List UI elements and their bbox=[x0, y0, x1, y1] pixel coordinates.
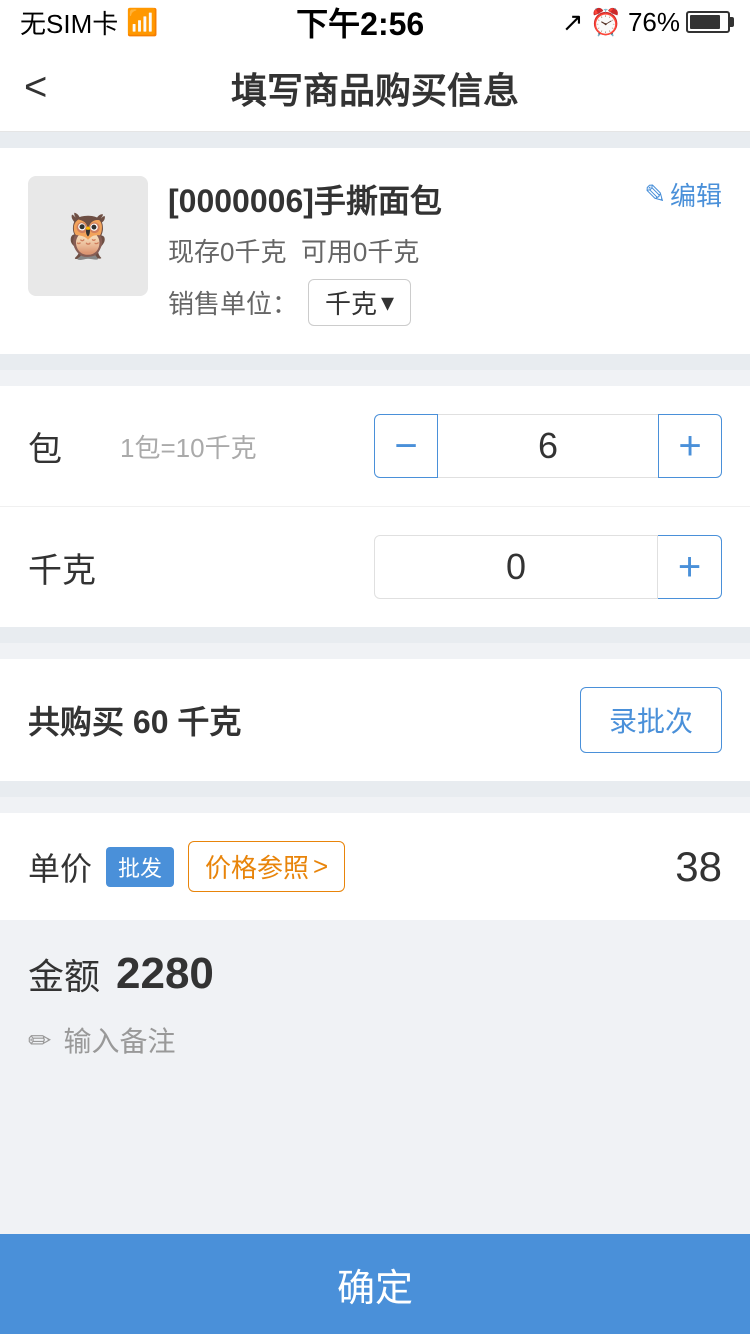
summary-text: 共购买 60 千克 bbox=[28, 697, 241, 743]
amount-value: 2280 bbox=[116, 949, 214, 999]
alarm-icon: ⏰ bbox=[590, 7, 622, 38]
wifi-icon: 📶 bbox=[126, 7, 158, 38]
edit-icon: ✎ bbox=[644, 179, 666, 210]
product-stock: 现存0千克 可用0千克 bbox=[168, 232, 722, 269]
bao-label: 包 bbox=[28, 422, 108, 471]
status-bar: 无SIM卡 📶 下午2:56 ↗ ⏰ 76% bbox=[0, 0, 750, 44]
status-left: 无SIM卡 📶 bbox=[20, 4, 159, 41]
top-divider bbox=[0, 132, 750, 148]
mid-divider-2 bbox=[0, 627, 750, 643]
product-logo: 🦉 bbox=[61, 210, 116, 262]
form-section: 包 1包=10千克 − + 千克 + bbox=[0, 386, 750, 627]
mid-divider-1 bbox=[0, 354, 750, 370]
product-info: [0000006]手撕面包 现存0千克 可用0千克 销售单位： 千克 ▾ bbox=[168, 176, 722, 326]
amount-row: 金额 2280 bbox=[28, 948, 722, 1000]
batch-button[interactable]: 录批次 bbox=[580, 687, 722, 753]
edit-button[interactable]: ✎ 编辑 bbox=[644, 176, 722, 213]
kg-label: 千克 bbox=[28, 543, 374, 592]
kg-quantity-input[interactable] bbox=[374, 535, 658, 599]
remark-row[interactable]: ✏ 输入备注 bbox=[28, 1020, 722, 1060]
kg-plus-button[interactable]: + bbox=[658, 535, 722, 599]
price-reference-button[interactable]: 价格参照 > bbox=[188, 841, 345, 892]
remark-placeholder: 输入备注 bbox=[63, 1020, 175, 1060]
confirm-button[interactable]: 确定 bbox=[0, 1234, 750, 1334]
bao-row: 包 1包=10千克 − + bbox=[0, 386, 750, 507]
bao-hint: 1包=10千克 bbox=[120, 428, 374, 465]
nav-bar: < 填写商品购买信息 bbox=[0, 44, 750, 132]
time-display: 下午2:56 bbox=[296, 0, 424, 45]
price-row: 单价 批发 价格参照 > 38 bbox=[28, 841, 722, 892]
chevron-down-icon: ▾ bbox=[381, 287, 394, 318]
price-label: 单价 bbox=[28, 844, 92, 890]
battery-text: 76% bbox=[628, 7, 680, 38]
price-type-badge: 批发 bbox=[106, 847, 174, 887]
bao-plus-button[interactable]: + bbox=[658, 414, 722, 478]
summary-row: 共购买 60 千克 录批次 bbox=[0, 659, 750, 781]
product-image: 🦉 bbox=[28, 176, 148, 296]
product-unit: 销售单位： 千克 ▾ bbox=[168, 279, 722, 326]
battery-icon bbox=[686, 11, 730, 33]
mid-divider-3 bbox=[0, 781, 750, 797]
product-name: [0000006]手撕面包 bbox=[168, 176, 722, 222]
product-card: 🦉 [0000006]手撕面包 现存0千克 可用0千克 销售单位： 千克 ▾ ✎… bbox=[0, 148, 750, 354]
price-value: 38 bbox=[675, 843, 722, 891]
carrier-text: 无SIM卡 bbox=[20, 4, 118, 41]
page-title: 填写商品购买信息 bbox=[231, 62, 519, 114]
chevron-right-icon: > bbox=[313, 851, 328, 882]
pencil-icon: ✏ bbox=[28, 1024, 51, 1057]
amount-label: 金额 bbox=[28, 948, 100, 1000]
bao-minus-button[interactable]: − bbox=[374, 414, 438, 478]
unit-selector[interactable]: 千克 ▾ bbox=[308, 279, 411, 326]
status-right: ↗ ⏰ 76% bbox=[562, 7, 730, 38]
back-button[interactable]: < bbox=[24, 65, 47, 110]
bao-quantity-control: − + bbox=[374, 414, 722, 478]
amount-section: 金额 2280 ✏ 输入备注 bbox=[0, 920, 750, 1076]
price-section: 单价 批发 价格参照 > 38 bbox=[0, 813, 750, 920]
kg-quantity-control: + bbox=[374, 535, 722, 599]
bao-quantity-input[interactable] bbox=[438, 414, 658, 478]
kg-row: 千克 + bbox=[0, 507, 750, 627]
location-icon: ↗ bbox=[562, 7, 584, 38]
